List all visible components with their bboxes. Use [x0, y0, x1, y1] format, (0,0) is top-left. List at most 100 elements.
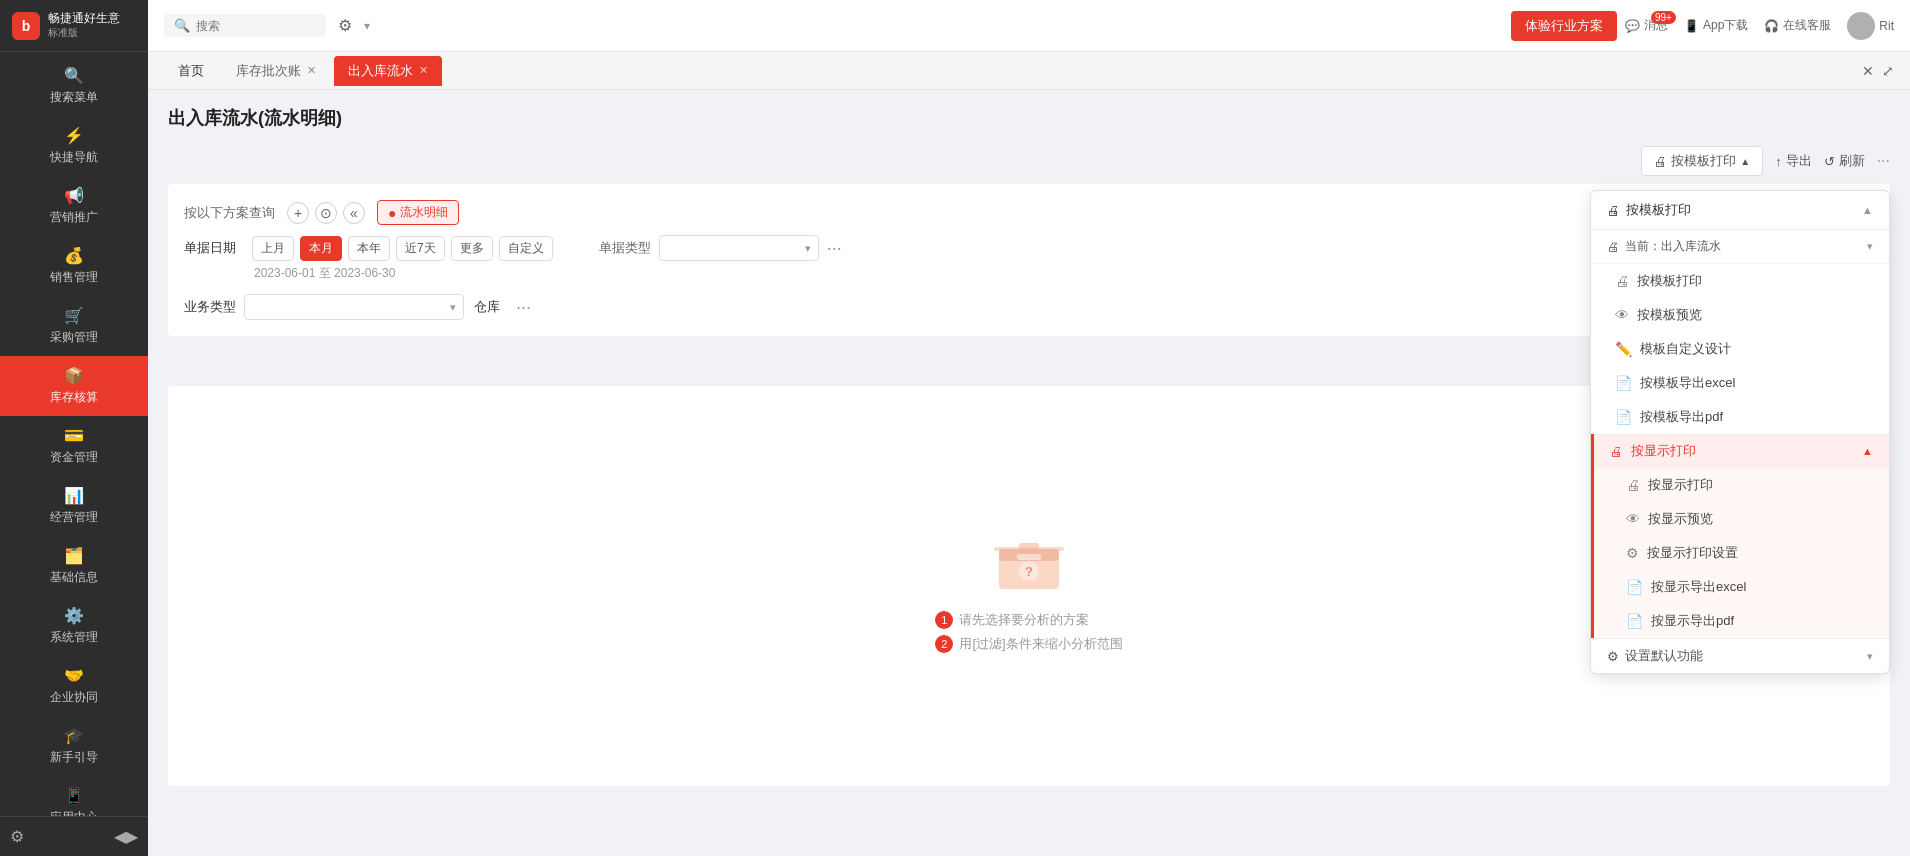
dropdown-item-print-template[interactable]: 🖨 按模板打印 — [1591, 264, 1889, 298]
refresh-label: 刷新 — [1839, 152, 1865, 170]
sidebar-item-sales[interactable]: 💰 销售管理 — [0, 236, 148, 296]
tab-flow-label: 出入库流水 — [348, 62, 413, 80]
industry-btn[interactable]: 体验行业方案 — [1511, 11, 1617, 41]
business-type-group: 业务类型 ▾ — [184, 294, 458, 320]
dropdown-item-export-excel-template[interactable]: 📄 按模板导出excel — [1591, 366, 1889, 400]
dropdown-current[interactable]: 🖨 当前：出入库流水 ▾ — [1591, 230, 1889, 264]
custom-design-label: 模板自定义设计 — [1640, 340, 1731, 358]
tab-expand-icon[interactable]: ⤢ — [1882, 63, 1894, 79]
sidebar-item-system[interactable]: ⚙️ 系统管理 — [0, 596, 148, 656]
sidebar-item-label: 资金管理 — [50, 449, 98, 466]
topbar-icon-group: 💬 消息 99+ 📱 App下载 🎧 在线客服 Rit — [1625, 12, 1894, 40]
display-preview-label: 按显示预览 — [1648, 510, 1713, 528]
date-btn-this-year[interactable]: 本年 — [348, 236, 390, 261]
sidebar-item-finance[interactable]: 💳 资金管理 — [0, 416, 148, 476]
dropdown-item-export-pdf-template[interactable]: 📄 按模板导出pdf — [1591, 400, 1889, 434]
sidebar-item-inventory[interactable]: 📦 库存核算 — [0, 356, 148, 416]
display-print-settings-label: 按显示打印设置 — [1647, 544, 1738, 562]
sidebar-item-basic[interactable]: 🗂️ 基础信息 — [0, 536, 148, 596]
lightning-icon: ⚡ — [64, 126, 84, 145]
filter-add-btn[interactable]: + — [287, 202, 309, 224]
date-btn-last-month[interactable]: 上月 — [252, 236, 294, 261]
step-1-text: 请先选择要分析的方案 — [959, 611, 1089, 629]
printer-icon: 🖨 — [1654, 154, 1667, 169]
doc-type-select[interactable] — [659, 235, 819, 261]
avatar — [1847, 12, 1875, 40]
topbar-search-icon: 🔍 — [174, 18, 190, 33]
filter-tag-icon: ● — [388, 205, 396, 221]
filter-tag-label: 流水明细 — [400, 204, 448, 221]
filter-actions: + ⊙ « — [287, 202, 365, 224]
display-settings-icon: ⚙ — [1626, 545, 1639, 561]
business-type-label: 业务类型 — [184, 298, 236, 316]
dropdown-item-preview-template[interactable]: 👁 按模板预览 — [1591, 298, 1889, 332]
tab-home[interactable]: 首页 — [164, 56, 218, 86]
collapse-icon[interactable]: ◀▶ — [114, 827, 138, 846]
sidebar-footer: ⚙ ◀▶ — [0, 816, 148, 856]
dropdown-display-print-settings[interactable]: ⚙ 按显示打印设置 — [1594, 536, 1889, 570]
dropdown-footer[interactable]: ⚙ 设置默认功能 ▾ — [1591, 638, 1889, 673]
sidebar-item-quick-nav[interactable]: ⚡ 快捷导航 — [0, 116, 148, 176]
toolbar-row: 🖨 按模板打印 ▲ ↑ 导出 ↺ 刷新 ··· — [168, 146, 1890, 176]
filter-collapse-btn[interactable]: « — [343, 202, 365, 224]
app-download-btn[interactable]: 📱 App下载 — [1684, 17, 1748, 34]
dropdown-display-print[interactable]: 🖨 按显示打印 — [1594, 468, 1889, 502]
inventory-icon: 📦 — [64, 366, 84, 385]
sidebar-item-purchase[interactable]: 🛒 采购管理 — [0, 296, 148, 356]
tab-flow[interactable]: 出入库流水 ✕ — [334, 56, 442, 86]
print-template-item-icon: 🖨 — [1615, 273, 1629, 289]
sidebar-item-app-center[interactable]: 📱 应用中心 — [0, 776, 148, 816]
sidebar-item-cooperation[interactable]: 🤝 企业协同 — [0, 656, 148, 716]
more-options-btn[interactable]: ··· — [1877, 152, 1890, 170]
sidebar-item-guide[interactable]: 🎓 新手引导 — [0, 716, 148, 776]
print-template-btn[interactable]: 🖨 按模板打印 ▲ — [1641, 146, 1763, 176]
date-btn-7days[interactable]: 近7天 — [396, 236, 445, 261]
doc-type-label: 单据类型 — [599, 239, 651, 257]
empty-step-2: 2 用[过滤]条件来缩小分析范围 — [935, 635, 1122, 653]
export-icon: ↑ — [1775, 154, 1782, 169]
business-type-select[interactable] — [244, 294, 464, 320]
display-section-icon: 🖨 — [1610, 444, 1623, 459]
sidebar-item-search[interactable]: 🔍 搜索菜单 — [0, 56, 148, 116]
chevron-up-icon: ▲ — [1740, 156, 1750, 167]
dropdown-header: 🖨 按模板打印 ▲ — [1591, 191, 1889, 230]
date-btn-this-month[interactable]: 本月 — [300, 236, 342, 261]
topbar-settings-icon[interactable]: ⚙ — [338, 16, 352, 35]
refresh-btn[interactable]: ↺ 刷新 — [1824, 152, 1865, 170]
dropdown-display-export-pdf[interactable]: 📄 按显示导出pdf — [1594, 604, 1889, 638]
sidebar-item-marketing[interactable]: 📢 营销推广 — [0, 176, 148, 236]
dropdown-display-export-excel[interactable]: 📄 按显示导出excel — [1594, 570, 1889, 604]
tab-batch-account[interactable]: 库存批次账 ✕ — [222, 56, 330, 86]
date-btn-more[interactable]: 更多 — [451, 236, 493, 261]
app-download-label: App下载 — [1703, 17, 1748, 34]
tab-batch-account-close[interactable]: ✕ — [307, 64, 316, 77]
dropdown-item-custom-design[interactable]: ✏️ 模板自定义设计 — [1591, 332, 1889, 366]
date-btn-custom[interactable]: 自定义 — [499, 236, 553, 261]
warehouse-more-btn[interactable]: ··· — [516, 298, 531, 316]
settings-footer-icon[interactable]: ⚙ — [10, 827, 24, 846]
svg-rect-4 — [994, 547, 1064, 551]
marketing-icon: 📢 — [64, 186, 84, 205]
topbar-search-box[interactable]: 🔍 — [164, 14, 326, 37]
sidebar-item-operations[interactable]: 📊 经营管理 — [0, 476, 148, 536]
doc-type-more-btn[interactable]: ··· — [827, 239, 842, 257]
operations-icon: 📊 — [64, 486, 84, 505]
warehouse-group: 仓库 ··· — [474, 298, 531, 316]
filter-tag-flow[interactable]: ● 流水明细 — [377, 200, 459, 225]
topbar-chevron-icon[interactable]: ▾ — [364, 19, 370, 33]
online-service-btn[interactable]: 🎧 在线客服 — [1764, 17, 1831, 34]
sidebar-item-label: 企业协同 — [50, 689, 98, 706]
dropdown-chevron-icon[interactable]: ▲ — [1862, 204, 1873, 216]
export-btn[interactable]: ↑ 导出 — [1775, 152, 1812, 170]
display-export-excel-icon: 📄 — [1626, 579, 1643, 595]
sidebar-item-label: 基础信息 — [50, 569, 98, 586]
user-avatar-btn[interactable]: Rit — [1847, 12, 1894, 40]
dropdown-section-display-header[interactable]: 🖨 按显示打印 ▲ — [1594, 434, 1889, 468]
dropdown-display-preview[interactable]: 👁 按显示预览 — [1594, 502, 1889, 536]
tab-flow-close[interactable]: ✕ — [419, 64, 428, 77]
search-input[interactable] — [196, 19, 316, 33]
filter-settings-btn[interactable]: ⊙ — [315, 202, 337, 224]
tab-close-all-icon[interactable]: ✕ — [1862, 63, 1874, 79]
empty-state: ? 1 请先选择要分析的方案 2 用[过滤]条件来缩小分析范围 — [935, 519, 1122, 653]
message-btn[interactable]: 💬 消息 99+ — [1625, 17, 1668, 34]
